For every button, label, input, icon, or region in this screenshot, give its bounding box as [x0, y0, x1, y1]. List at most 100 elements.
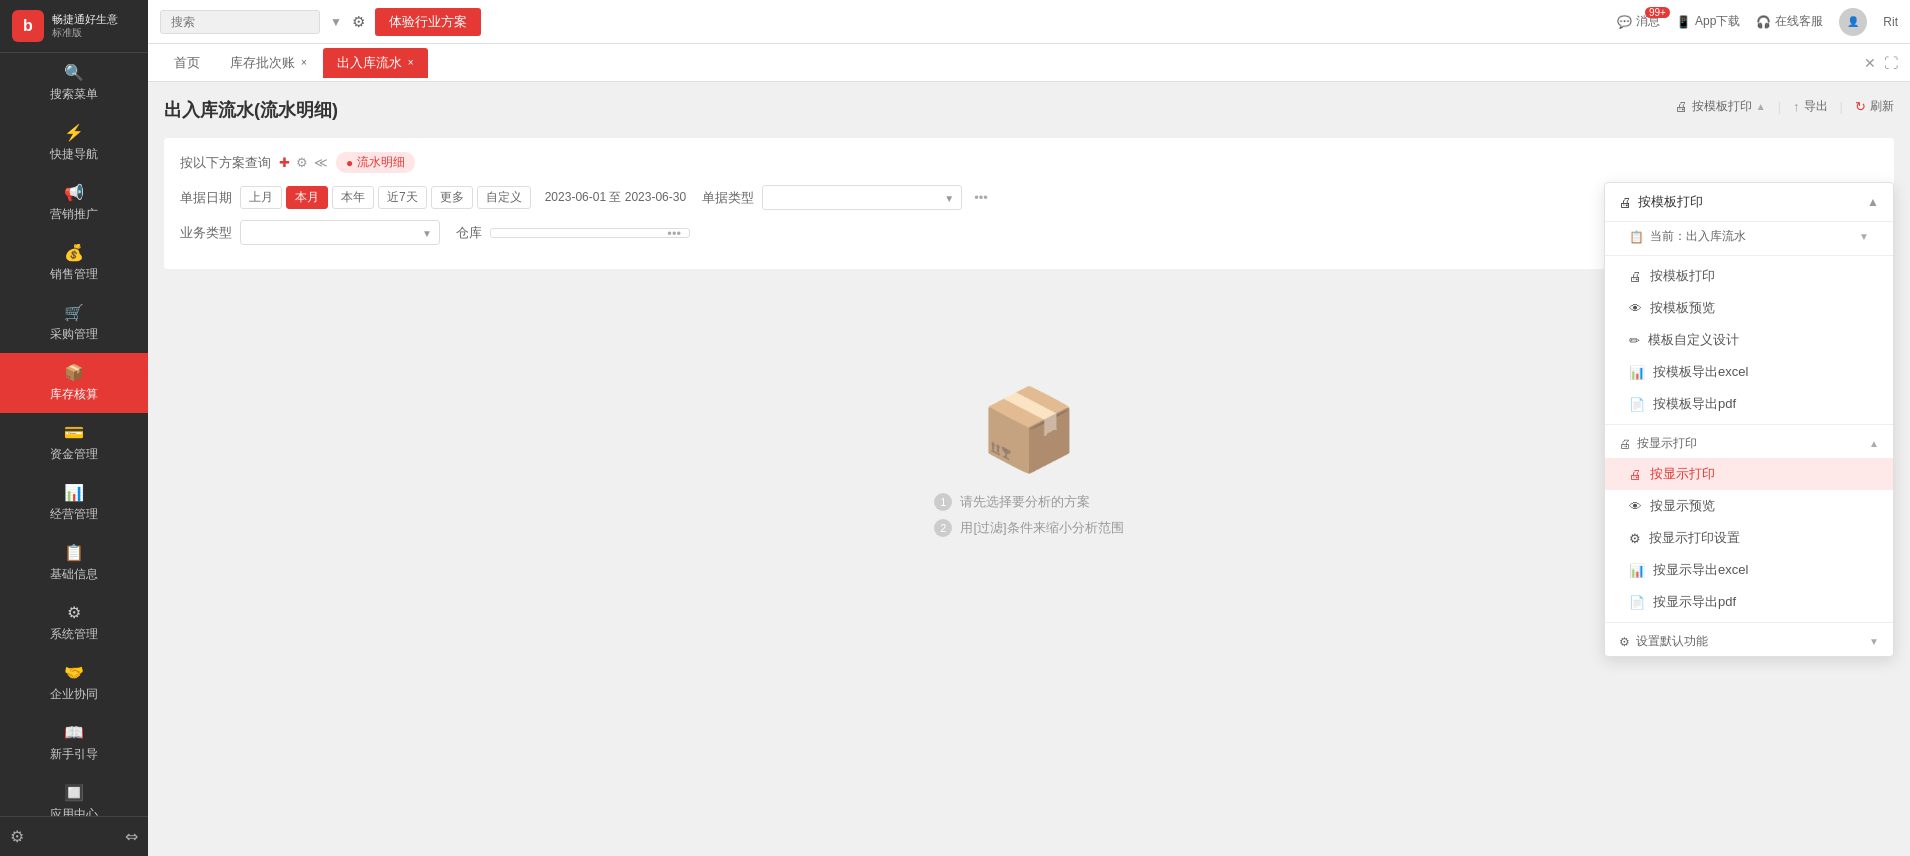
- add-icon[interactable]: ✚: [279, 155, 290, 170]
- topbar-gear-icon[interactable]: ⚙: [352, 13, 365, 31]
- sidebar-item-guide[interactable]: 📖新手引导: [0, 713, 148, 773]
- app-logo-icon: b: [12, 10, 44, 42]
- doc-type-select[interactable]: [762, 185, 962, 210]
- tab-label-batch: 库存批次账: [230, 54, 295, 72]
- export-button[interactable]: ↑ 导出: [1793, 98, 1828, 115]
- template_excel-icon: 📊: [1629, 365, 1645, 380]
- sidebar-item-sales[interactable]: 💰销售管理: [0, 233, 148, 293]
- tab-label-home: 首页: [174, 54, 200, 72]
- page-title: 出入库流水(流水明细): [164, 98, 1894, 122]
- tab-close-flow[interactable]: ×: [408, 57, 414, 68]
- finance-icon: 💳: [64, 423, 84, 442]
- message-button[interactable]: 💬 消息 99+: [1617, 13, 1660, 30]
- date-btn-this_year[interactable]: 本年: [332, 186, 374, 209]
- export-icon: ↑: [1793, 99, 1800, 114]
- warehouse-label: 仓库: [456, 224, 482, 242]
- sidebar-item-search[interactable]: 🔍搜索菜单: [0, 53, 148, 113]
- collapse-icon[interactable]: ≪: [314, 155, 328, 170]
- corp-icon: 🤝: [64, 663, 84, 682]
- sidebar-item-corp[interactable]: 🤝企业协同: [0, 653, 148, 713]
- settings-icon[interactable]: ⚙: [296, 155, 308, 170]
- tag-dot: ●: [346, 156, 353, 170]
- app-icon: 📱: [1676, 15, 1691, 29]
- dropdown-item-display_print[interactable]: 🖨按显示打印: [1605, 458, 1893, 490]
- dropdown-item-template_print[interactable]: 🖨按模板打印: [1605, 260, 1893, 292]
- sidebar-item-finance[interactable]: 💳资金管理: [0, 413, 148, 473]
- tip-num-1: 1: [934, 493, 952, 511]
- sidebar-item-apps[interactable]: 🔲应用中心: [0, 773, 148, 816]
- warehouse-input[interactable]: •••: [490, 228, 690, 238]
- settings-bottom-icon[interactable]: ⚙: [10, 827, 24, 846]
- trial-button[interactable]: 体验行业方案: [375, 8, 481, 36]
- app-download-button[interactable]: 📱 App下载: [1676, 13, 1740, 30]
- sidebar-item-marketing[interactable]: 📢营销推广: [0, 173, 148, 233]
- template_pdf-icon: 📄: [1629, 397, 1645, 412]
- toolbar-divider: |: [1778, 99, 1781, 114]
- sidebar-item-operation[interactable]: 📊经营管理: [0, 473, 148, 533]
- dropdown-collapse-icon[interactable]: ▲: [1867, 195, 1879, 209]
- message-badge: 99+: [1645, 7, 1670, 18]
- apps-icon: 🔲: [64, 783, 84, 802]
- warehouse-more-icon: •••: [667, 225, 681, 240]
- maximize-window-icon[interactable]: ⛶: [1884, 55, 1898, 71]
- date-btn-this_month[interactable]: 本月: [286, 186, 328, 209]
- tab-flow[interactable]: 出入库流水×: [323, 48, 428, 78]
- date-btn-more[interactable]: 更多: [431, 186, 473, 209]
- empty-tip-2: 2 用[过滤]条件来缩小分析范围: [934, 519, 1123, 537]
- sidebar-item-shortcut[interactable]: ⚡快捷导航: [0, 113, 148, 173]
- dropdown-item-template_preview[interactable]: 👁按模板预览: [1605, 292, 1893, 324]
- sidebar-item-label-operation: 经营管理: [50, 506, 98, 523]
- tab-batch[interactable]: 库存批次账 ×: [216, 48, 321, 78]
- dropdown-title-text: 按模板打印: [1638, 193, 1703, 211]
- avatar[interactable]: 👤: [1839, 8, 1867, 36]
- tab-bar: 首页库存批次账×出入库流水× ✕ ⛶: [148, 44, 1910, 82]
- collapse-sidebar-icon[interactable]: ⇔: [125, 827, 138, 846]
- sidebar-item-label-purchase: 采购管理: [50, 326, 98, 343]
- dropdown-current-text: 当前：出入库流水: [1650, 228, 1746, 245]
- app-name: 畅捷通好生意 标准版: [52, 12, 118, 40]
- business-type-label: 业务类型: [180, 224, 232, 242]
- dropdown-item-display_pdf[interactable]: 📄按显示导出pdf: [1605, 586, 1893, 618]
- date-btn-last_month[interactable]: 上月: [240, 186, 282, 209]
- print-button[interactable]: 🖨 按模板打印 ▲: [1675, 98, 1766, 115]
- dropdown-item-template_custom[interactable]: ✏模板自定义设计: [1605, 324, 1893, 356]
- dropdown-section2-chevron-icon: ▲: [1869, 438, 1879, 449]
- online-service-button[interactable]: 🎧 在线客服: [1756, 13, 1823, 30]
- display_pdf-icon: 📄: [1629, 595, 1645, 610]
- display_print-icon: 🖨: [1629, 467, 1642, 482]
- sidebar-item-label-system: 系统管理: [50, 626, 98, 643]
- refresh-button[interactable]: ↻ 刷新: [1855, 98, 1894, 115]
- doc-type-more-icon[interactable]: •••: [974, 190, 988, 205]
- close-window-icon[interactable]: ✕: [1864, 55, 1876, 71]
- dropdown-item-template_pdf[interactable]: 📄按模板导出pdf: [1605, 388, 1893, 420]
- sidebar-bottom: ⚙ ⇔: [0, 816, 148, 856]
- dropdown-item-display_preview[interactable]: 👁按显示预览: [1605, 490, 1893, 522]
- sidebar-item-inventory[interactable]: 📦库存核算: [0, 353, 148, 413]
- search-header: 按以下方案查询 ✚ ⚙ ≪ ● 流水明细: [180, 152, 1878, 173]
- date-field-label: 单据日期: [180, 189, 232, 207]
- dropdown-item-display_settings[interactable]: ⚙按显示打印设置: [1605, 522, 1893, 554]
- app-edition-text: 标准版: [52, 26, 118, 40]
- dropdown-current-icon: 📋: [1629, 230, 1644, 244]
- business-type-select[interactable]: [240, 220, 440, 245]
- sidebar-item-purchase[interactable]: 🛒 采购管理: [0, 293, 148, 353]
- date-btn-custom[interactable]: 自定义: [477, 186, 531, 209]
- search-icon: 🔍: [64, 63, 84, 82]
- print-chevron-icon: ▲: [1756, 101, 1766, 112]
- dropdown-section2-header: 🖨 按显示打印 ▲: [1605, 429, 1893, 458]
- purchase-icon: 🛒: [64, 303, 84, 322]
- tab-close-batch[interactable]: ×: [301, 57, 307, 68]
- shortcut-icon: ⚡: [64, 123, 84, 142]
- date-btn-last_7_days[interactable]: 近7天: [378, 186, 427, 209]
- sidebar-scroll: 🔍搜索菜单⚡快捷导航📢营销推广💰销售管理 🛒 采购管理 📦库存核算💳资金管理📊经营管理…: [0, 53, 148, 816]
- username-label[interactable]: Rit: [1883, 15, 1898, 29]
- display_excel-label: 按显示导出excel: [1653, 561, 1748, 579]
- search-chevron-icon[interactable]: ▼: [330, 15, 342, 29]
- tab-home[interactable]: 首页: [160, 48, 214, 78]
- dropdown-item-template_excel[interactable]: 📊按模板导出excel: [1605, 356, 1893, 388]
- dropdown-item-display_excel[interactable]: 📊按显示导出excel: [1605, 554, 1893, 586]
- sidebar-item-system[interactable]: ⚙系统管理: [0, 593, 148, 653]
- tip-text-2: 用[过滤]条件来缩小分析范围: [960, 519, 1123, 537]
- sidebar-item-basic[interactable]: 📋基础信息: [0, 533, 148, 593]
- search-input[interactable]: [160, 10, 320, 34]
